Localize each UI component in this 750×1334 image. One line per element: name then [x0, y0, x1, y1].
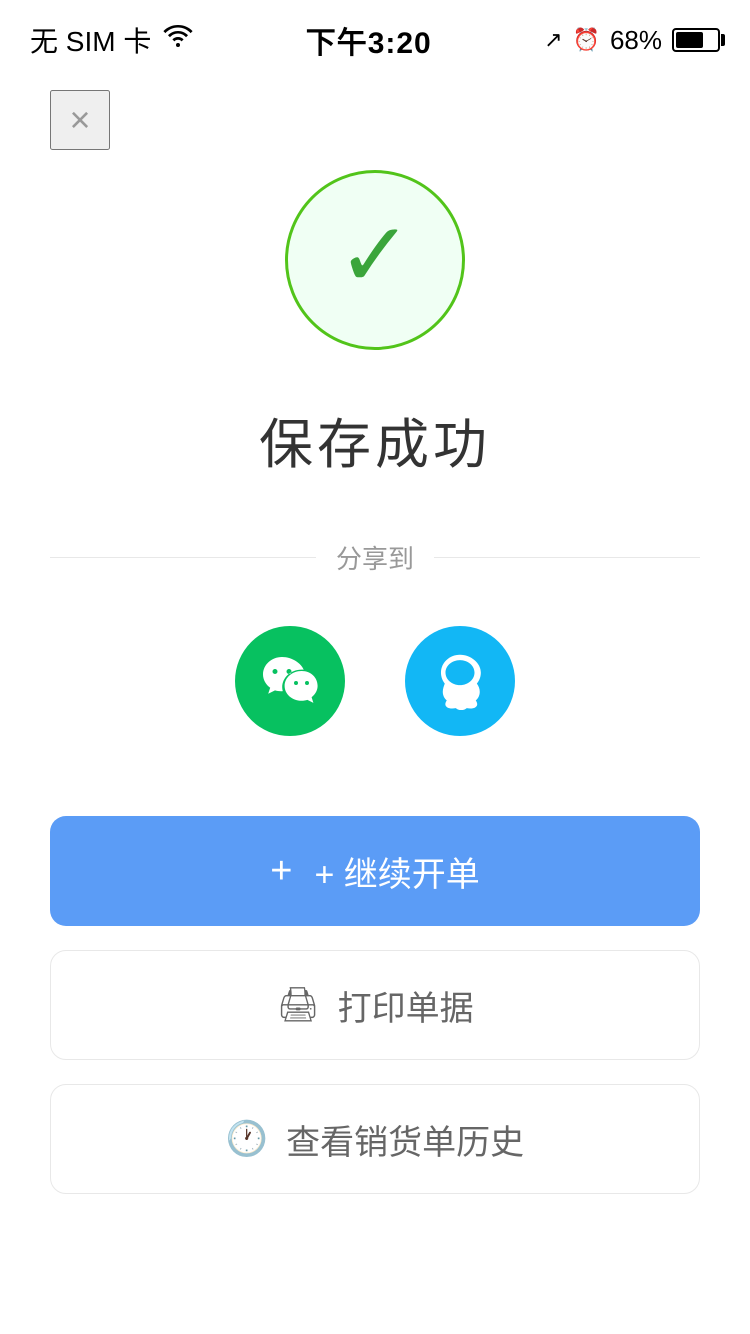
wechat-share-button[interactable] [235, 626, 345, 736]
history-button[interactable]: 🕐 查看销货单历史 [50, 1084, 700, 1194]
divider-line-left [50, 557, 316, 558]
wifi-icon [163, 25, 193, 56]
history-icon: 🕐 [226, 1119, 268, 1159]
main-content: ✓ 保存成功 分享到 [0, 80, 750, 1194]
share-icons [50, 626, 700, 736]
share-section: 分享到 [50, 539, 700, 736]
share-label: 分享到 [336, 539, 414, 576]
divider-line-right [434, 557, 700, 558]
continue-button[interactable]: + + 继续开单 [50, 816, 700, 926]
wechat-icon [258, 649, 322, 713]
qq-icon [431, 652, 489, 710]
location-icon: ↗ [544, 27, 562, 53]
close-icon: × [69, 102, 90, 138]
continue-label: + 继续开单 [314, 847, 479, 896]
status-right: ↗ ⏰ 68% [544, 25, 720, 56]
no-sim-label: 无 SIM 卡 [30, 20, 151, 60]
success-circle: ✓ [285, 170, 465, 350]
print-icon: 🖨 [276, 985, 319, 1025]
battery-container [672, 28, 720, 52]
qq-share-button[interactable] [405, 626, 515, 736]
battery-icon [672, 28, 720, 52]
status-time: 下午3:20 [306, 18, 432, 62]
share-divider: 分享到 [50, 539, 700, 576]
battery-percent: 68% [610, 25, 662, 56]
alarm-icon: ⏰ [573, 27, 600, 53]
print-button[interactable]: 🖨 打印单据 [50, 950, 700, 1060]
action-buttons: + + 继续开单 🖨 打印单据 🕐 查看销货单历史 [50, 816, 700, 1194]
plus-icon: + [270, 850, 292, 893]
battery-fill [676, 32, 703, 48]
status-left: 无 SIM 卡 [30, 20, 193, 60]
close-button[interactable]: × [50, 90, 110, 150]
checkmark-icon: ✓ [337, 211, 412, 301]
history-label: 查看销货单历史 [286, 1115, 524, 1164]
status-bar: 无 SIM 卡 下午3:20 ↗ ⏰ 68% [0, 0, 750, 80]
success-title: 保存成功 [259, 400, 491, 479]
print-label: 打印单据 [338, 981, 474, 1030]
